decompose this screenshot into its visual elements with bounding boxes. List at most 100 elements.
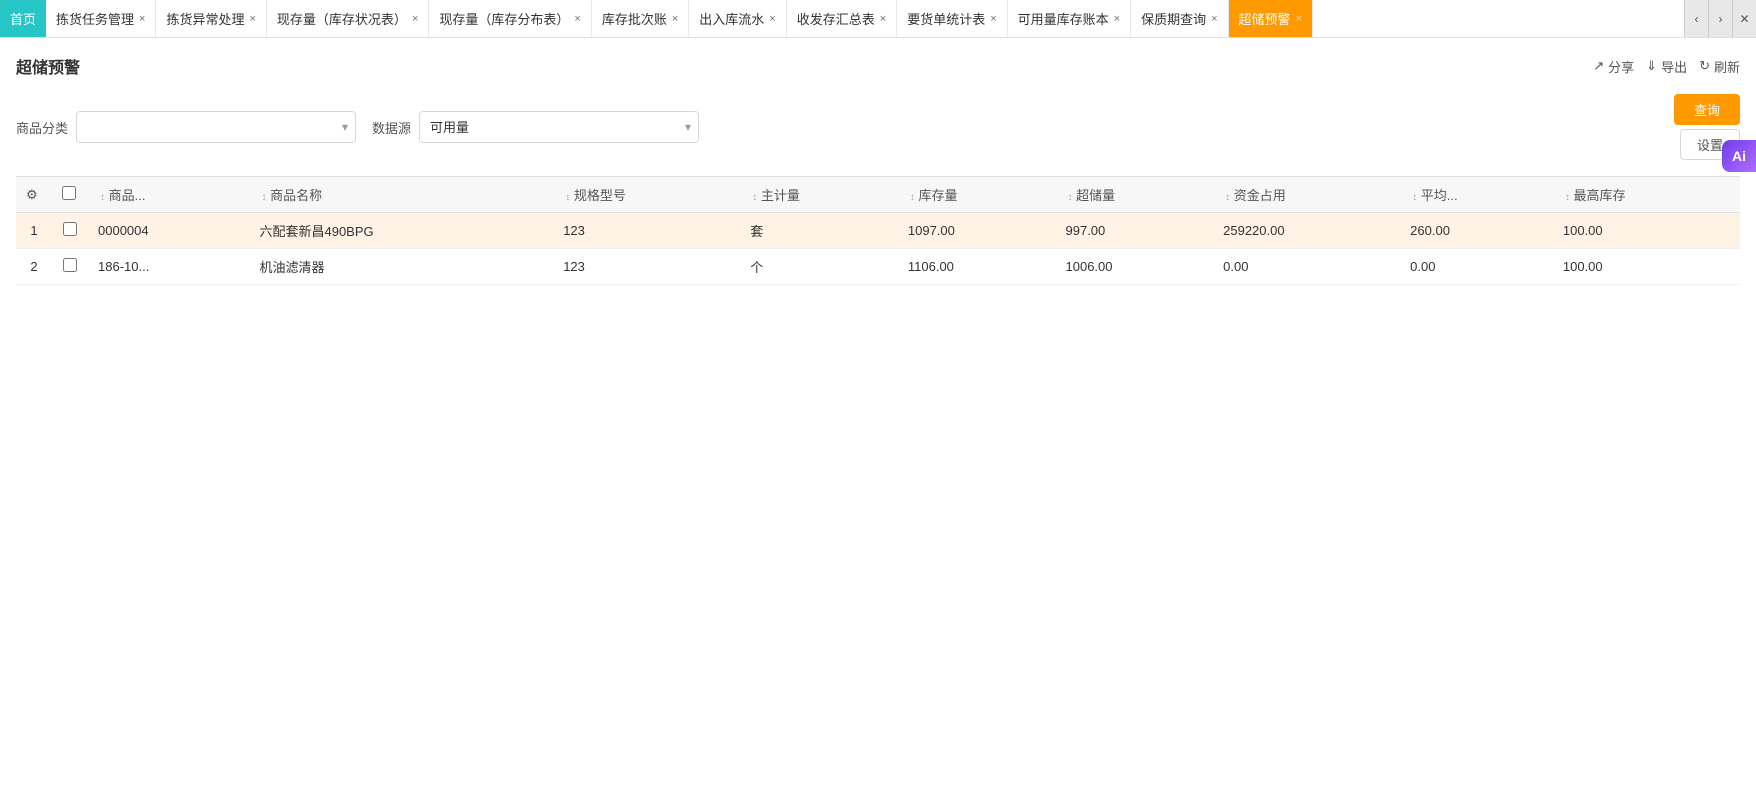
row-checkbox[interactable] [63,258,77,272]
column-product-code[interactable]: ↕ 商品... [88,177,249,213]
nav-tab-tab-10[interactable]: 保质期查询 × [1131,0,1228,38]
max-stock: 100.00 [1553,249,1740,285]
column-over-stock[interactable]: ↕ 超储量 [1056,177,1214,213]
sort-icon-capital: ↕ [1225,192,1230,203]
tab-close-tab-5[interactable]: × [672,13,678,25]
row-checkbox-cell[interactable] [52,249,88,285]
refresh-label: 刷新 [1714,57,1740,76]
share-action[interactable]: ↗ 分享 [1593,57,1634,76]
share-icon: ↗ [1593,58,1604,74]
sort-icon-stock: ↕ [910,192,915,203]
tab-close-tab-10[interactable]: × [1211,13,1217,25]
nav-tab-tab-4[interactable]: 现存量（库存分布表） × [429,0,591,38]
column-max-stock[interactable]: ↕ 最高库存 [1553,177,1740,213]
column-checkbox[interactable] [52,177,88,213]
ai-badge[interactable]: Ai [1722,140,1756,172]
tab-close-tab-11[interactable]: × [1296,13,1302,25]
nav-tab-tab-9[interactable]: 可用量库存账本 × [1008,0,1131,38]
column-unit[interactable]: ↕ 主计量 [740,177,898,213]
tab-label: 现存量（库存状况表） [277,9,407,28]
tab-close-tab-3[interactable]: × [412,13,418,25]
share-label: 分享 [1608,57,1634,76]
tab-label: 可用量库存账本 [1018,9,1109,28]
filter-bar: 商品分类 数据源 可用量 查询 设置 [16,94,1740,160]
product-code: 0000004 [88,213,249,249]
refresh-icon: ↻ [1699,58,1710,74]
nav-home[interactable]: 首页 [0,0,46,38]
export-icon: ⇓ [1646,58,1657,74]
nav-tab-tab-6[interactable]: 出入库流水 × [689,0,786,38]
nav-next-arrow[interactable]: › [1708,0,1732,38]
tab-close-tab-4[interactable]: × [574,13,580,25]
row-number: 1 [16,213,52,249]
product-code: 186-10... [88,249,249,285]
tab-label: 库存批次账 [602,9,667,28]
column-capital[interactable]: ↕ 资金占用 [1213,177,1400,213]
capital-usage: 259220.00 [1213,213,1400,249]
tab-close-tab-2[interactable]: × [249,13,255,25]
table-body: 1 0000004 六配套新昌490BPG 123 套 1097.00 997.… [16,213,1740,285]
nav-tab-tab-1[interactable]: 拣货任务管理 × [46,0,156,38]
table-row[interactable]: 2 186-10... 机油滤清器 123 个 1106.00 1006.00 … [16,249,1740,285]
tab-label: 要货单统计表 [907,9,985,28]
refresh-action[interactable]: ↻ 刷新 [1699,57,1740,76]
home-label: 首页 [10,9,36,28]
nav-tab-tab-5[interactable]: 库存批次账 × [592,0,689,38]
tab-close-tab-6[interactable]: × [769,13,775,25]
data-table: ⚙ ↕ 商品... ↕ 商品名称 ↕ 规格型号 ↕ [16,176,1740,285]
nav-tab-tab-3[interactable]: 现存量（库存状况表） × [267,0,429,38]
tab-label: 拣货任务管理 [56,9,134,28]
export-action[interactable]: ⇓ 导出 [1646,57,1687,76]
nav-prev-arrow[interactable]: ‹ [1684,0,1708,38]
column-avg[interactable]: ↕ 平均... [1400,177,1553,213]
sort-icon-name: ↕ [261,192,266,203]
sort-icon-avg: ↕ [1412,192,1417,203]
product-category-select[interactable] [76,111,356,143]
over-stock-qty: 997.00 [1056,213,1214,249]
data-source-select[interactable]: 可用量 [419,111,699,143]
query-button[interactable]: 查询 [1674,94,1740,125]
row-checkbox-cell[interactable] [52,213,88,249]
sort-icon-over: ↕ [1068,192,1073,203]
sort-icon: ↕ [100,192,105,203]
tab-close-tab-7[interactable]: × [880,13,886,25]
select-all-checkbox[interactable] [62,186,76,200]
column-stock[interactable]: ↕ 库存量 [898,177,1056,213]
page-header: 超储预警 ↗ 分享 ⇓ 导出 ↻ 刷新 [16,54,1740,78]
nav-tab-tab-7[interactable]: 收发存汇总表 × [787,0,897,38]
row-number: 2 [16,249,52,285]
tab-label: 保质期查询 [1141,9,1206,28]
page-content: 超储预警 ↗ 分享 ⇓ 导出 ↻ 刷新 商品分类 [0,38,1756,800]
tab-label: 收发存汇总表 [797,9,875,28]
product-unit: 套 [740,213,898,249]
product-spec: 123 [553,213,740,249]
nav-tab-tab-2[interactable]: 拣货异常处理× [156,0,266,38]
product-category-label: 商品分类 [16,118,68,137]
row-checkbox[interactable] [63,222,77,236]
sort-icon-unit: ↕ [752,192,757,203]
gear-icon: ⚙ [26,187,38,202]
stock-qty: 1097.00 [898,213,1056,249]
table-header: ⚙ ↕ 商品... ↕ 商品名称 ↕ 规格型号 ↕ [16,177,1740,213]
table-row[interactable]: 1 0000004 六配套新昌490BPG 123 套 1097.00 997.… [16,213,1740,249]
column-spec[interactable]: ↕ 规格型号 [553,177,740,213]
tab-close-tab-1[interactable]: × [139,13,145,25]
column-gear[interactable]: ⚙ [16,177,52,213]
data-source-label: 数据源 [372,118,411,137]
tab-close-tab-9[interactable]: × [1114,13,1120,25]
nav-more-arrow[interactable]: ✕ [1732,0,1756,38]
product-unit: 个 [740,249,898,285]
column-product-name[interactable]: ↕ 商品名称 [249,177,553,213]
nav-tab-tab-11[interactable]: 超储预警 × [1229,0,1313,38]
tab-label: 超储预警 [1239,9,1291,28]
tab-label: 现存量（库存分布表） [439,9,569,28]
export-label: 导出 [1661,57,1687,76]
page-title: 超储预警 [16,54,80,78]
sort-icon-max: ↕ [1565,192,1570,203]
tab-close-tab-8[interactable]: × [990,13,996,25]
capital-usage: 0.00 [1213,249,1400,285]
product-category-filter: 商品分类 [16,111,356,143]
product-spec: 123 [553,249,740,285]
tab-label: 出入库流水 [699,9,764,28]
nav-tab-tab-8[interactable]: 要货单统计表 × [897,0,1007,38]
